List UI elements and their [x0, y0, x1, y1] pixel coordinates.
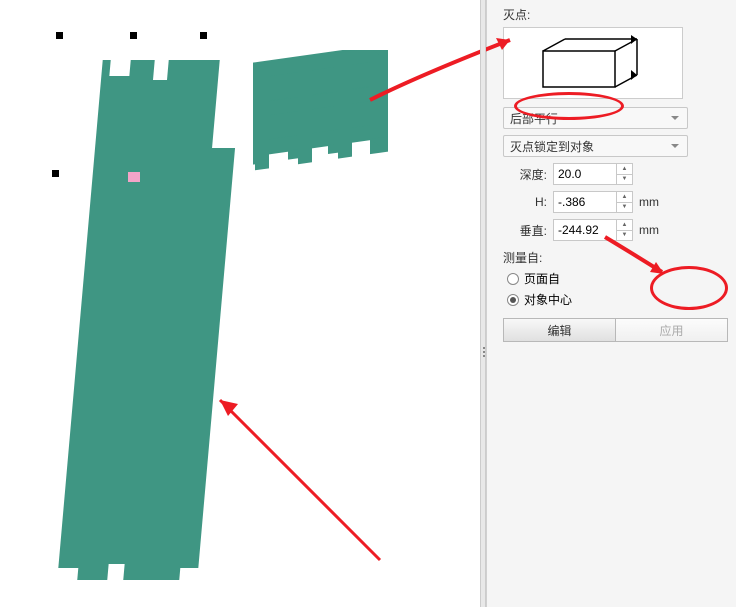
selection-handle[interactable] — [52, 170, 59, 177]
radio-label: 页面自 — [524, 270, 560, 287]
vanishing-point-label: 灭点: — [503, 6, 728, 23]
h-input[interactable]: -.386 ▲ ▼ — [553, 191, 633, 213]
unit-label: mm — [639, 195, 659, 209]
h-label: H: — [503, 195, 553, 209]
extrude-preview[interactable] — [503, 27, 683, 99]
spinner-down-icon[interactable]: ▼ — [617, 175, 632, 185]
spinner-up-icon[interactable]: ▲ — [617, 164, 632, 175]
radio-icon — [507, 273, 519, 285]
input-value: -244.92 — [554, 223, 616, 237]
v-label: 垂直: — [503, 222, 553, 239]
canvas-area[interactable] — [0, 0, 480, 607]
radio-icon — [507, 294, 519, 306]
selection-handle[interactable] — [130, 32, 137, 39]
selection-handle[interactable] — [200, 32, 207, 39]
depth-input[interactable]: 20.0 ▲ ▼ — [553, 163, 633, 185]
input-value: -.386 — [554, 195, 616, 209]
edit-button[interactable]: 编辑 — [503, 318, 616, 342]
selection-handle[interactable] — [56, 32, 63, 39]
chevron-down-icon — [667, 108, 683, 128]
teal-shape[interactable] — [57, 60, 242, 580]
spinner-down-icon[interactable]: ▼ — [617, 231, 632, 241]
button-label: 编辑 — [547, 322, 571, 339]
chevron-down-icon — [667, 136, 683, 156]
radio-object-center[interactable]: 对象中心 — [503, 291, 728, 308]
unit-label: mm — [639, 223, 659, 237]
measure-from-label: 测量自: — [503, 249, 728, 266]
input-value: 20.0 — [554, 167, 616, 181]
dropdown-value: 后部平行 — [510, 110, 558, 127]
panel-divider[interactable] — [480, 0, 486, 607]
side-panel: 灭点: 后部平行 灭点锁定到对象 深度: 20.0 — [486, 0, 736, 607]
radio-page-origin[interactable]: 页面自 — [503, 270, 728, 287]
button-label: 应用 — [659, 322, 683, 339]
annotation-arrow-icon — [200, 380, 400, 580]
center-marker — [128, 172, 140, 182]
apply-button[interactable]: 应用 — [616, 318, 728, 342]
spinner-up-icon[interactable]: ▲ — [617, 192, 632, 203]
dropdown-value: 灭点锁定到对象 — [510, 138, 594, 155]
spinner-up-icon[interactable]: ▲ — [617, 220, 632, 231]
text-glyph[interactable] — [250, 50, 390, 190]
spinner-down-icon[interactable]: ▼ — [617, 203, 632, 213]
depth-label: 深度: — [503, 166, 553, 183]
radio-label: 对象中心 — [524, 291, 572, 308]
drag-handle-icon[interactable] — [481, 340, 487, 364]
vanishing-lock-dropdown[interactable]: 灭点锁定到对象 — [503, 135, 688, 157]
extrude-type-dropdown[interactable]: 后部平行 — [503, 107, 688, 129]
cube-icon — [533, 35, 653, 91]
v-input[interactable]: -244.92 ▲ ▼ — [553, 219, 633, 241]
